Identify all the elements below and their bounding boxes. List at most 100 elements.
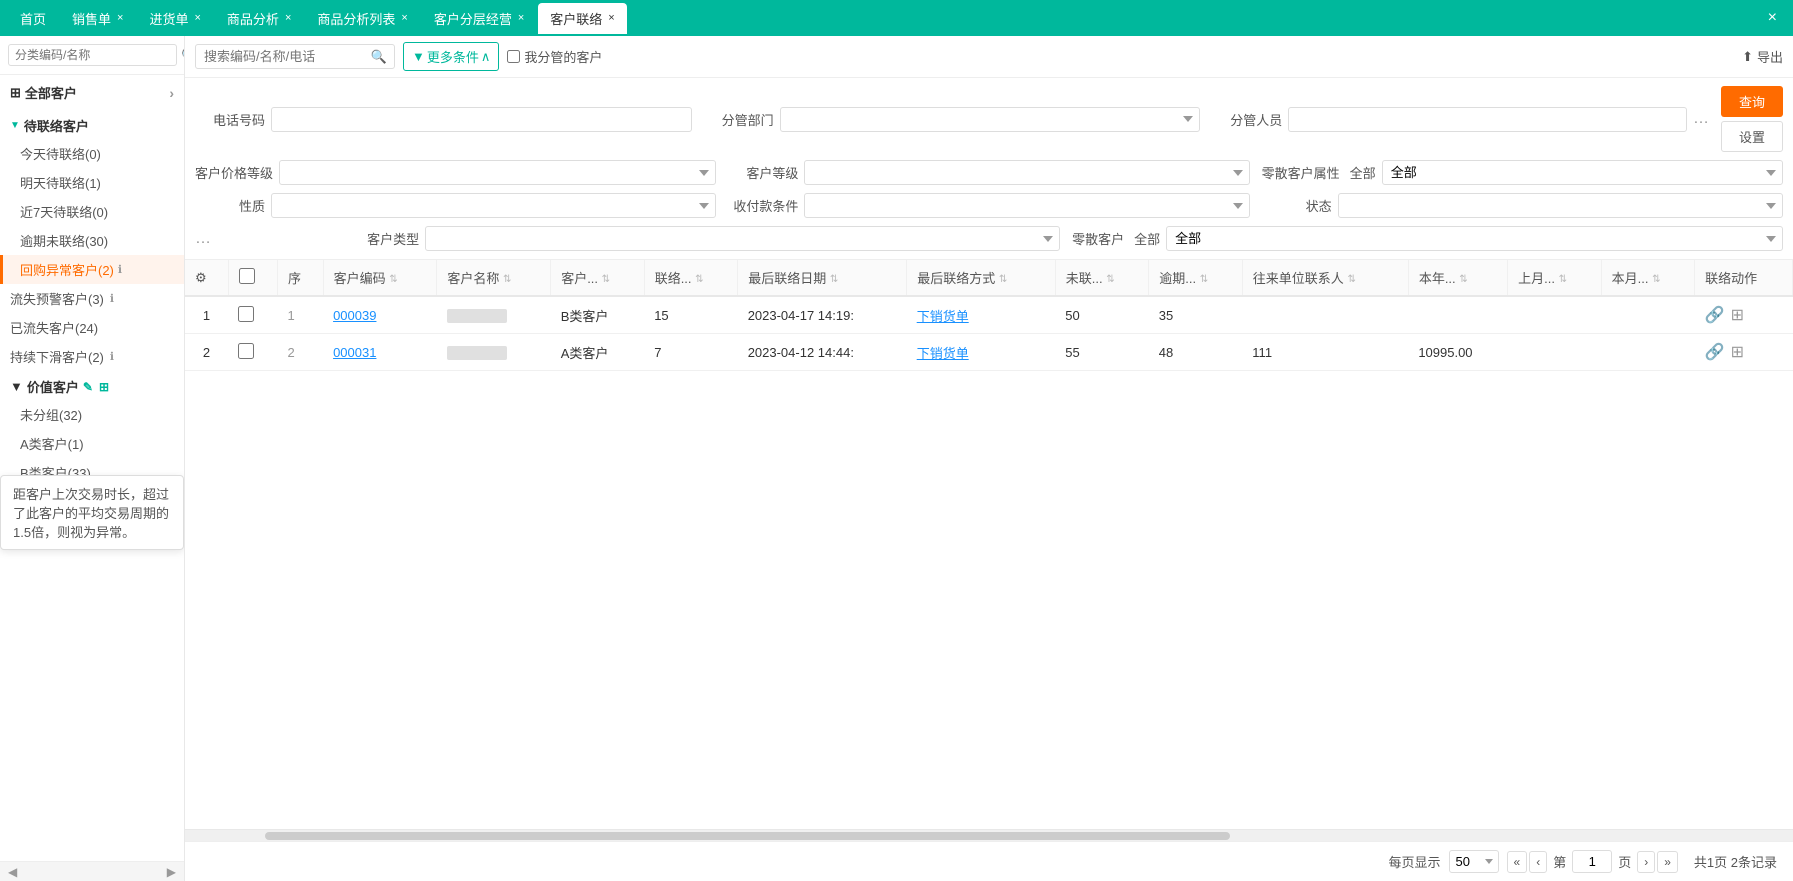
first-page-button[interactable]: « xyxy=(1507,851,1528,873)
filter-customer-grade-select[interactable] xyxy=(804,160,1249,185)
col-this-month[interactable]: 本月... ⇅ xyxy=(1601,260,1695,296)
col-overdue-sort-icon: ⇅ xyxy=(1200,274,1208,285)
horizontal-scrollbar[interactable] xyxy=(185,829,1793,841)
filter-bar-top: 🔍 ▼ 更多条件 ∧ 我分管的客户 ⬆ 导出 xyxy=(185,36,1793,78)
row1-checkbox-cell[interactable] xyxy=(228,296,278,334)
search-input[interactable] xyxy=(195,44,395,69)
sidebar-search-input[interactable] xyxy=(8,44,177,66)
nav-tab-purchase-close[interactable]: × xyxy=(194,12,200,24)
next-page-button[interactable]: › xyxy=(1637,851,1655,873)
repurchase-info-icon[interactable]: ℹ xyxy=(118,263,122,276)
settings-button[interactable]: 设置 xyxy=(1721,121,1783,152)
col-last-month[interactable]: 上月... ⇅ xyxy=(1508,260,1602,296)
col-uncontacted[interactable]: 未联... ⇅ xyxy=(1055,260,1149,296)
col-contact-person[interactable]: 往来单位联系人 ⇅ xyxy=(1242,260,1408,296)
sidebar-value-customer-section[interactable]: ▼ 价值客户 ✎ ⊞ xyxy=(0,371,184,400)
col-settings[interactable]: ⚙ xyxy=(185,260,228,296)
my-customers-checkbox-label[interactable]: 我分管的客户 xyxy=(507,47,602,66)
col-grade[interactable]: 客户... ⇅ xyxy=(551,260,645,296)
col-this-year[interactable]: 本年... ⇅ xyxy=(1408,260,1507,296)
filter-dept-select[interactable] xyxy=(780,107,1201,132)
person-ellipsis-icon[interactable]: … xyxy=(1693,110,1709,128)
col-settings-icon[interactable]: ⚙ xyxy=(195,270,207,285)
row2-checkbox[interactable] xyxy=(238,343,254,359)
export-button[interactable]: ⬆ 导出 xyxy=(1742,47,1783,66)
row1-code[interactable]: 000039 xyxy=(323,296,437,334)
nav-tab-customer-contact-close[interactable]: × xyxy=(608,12,614,24)
col-last-method[interactable]: 最后联络方式 ⇅ xyxy=(907,260,1056,296)
col-checkbox[interactable] xyxy=(228,260,278,296)
row1-uncontacted: 50 xyxy=(1055,296,1149,334)
col-name[interactable]: 客户名称 ⇅ xyxy=(437,260,551,296)
sidebar-item-class-a[interactable]: A类客户(1) xyxy=(0,429,184,458)
filter-retail-customer-select[interactable]: 全部 xyxy=(1166,226,1783,251)
filter-customer-type-select[interactable] xyxy=(425,226,1060,251)
sidebar-item-tomorrow[interactable]: 明天待联络(1) xyxy=(0,168,184,197)
row1-last-method[interactable]: 下销货单 xyxy=(907,296,1056,334)
page-number-input[interactable] xyxy=(1572,850,1612,873)
nav-tab-sales[interactable]: 销售单 × xyxy=(60,3,135,34)
nav-tab-product-analysis-close[interactable]: × xyxy=(285,12,291,24)
sidebar-all-customers[interactable]: ⊞ 全部客户 › xyxy=(0,75,184,110)
filter-status-select[interactable] xyxy=(1338,193,1783,218)
prev-page-button[interactable]: ‹ xyxy=(1529,851,1547,873)
declining-info-icon[interactable]: ℹ xyxy=(110,350,114,363)
filter-nature-select[interactable] xyxy=(271,193,716,218)
sidebar-item-today[interactable]: 今天待联络(0) xyxy=(0,139,184,168)
col-overdue[interactable]: 逾期... ⇅ xyxy=(1149,260,1243,296)
data-table-area: ⚙ 序 客户编码 ⇅ 客户名称 ⇅ xyxy=(185,260,1793,829)
nav-tab-customer-contact[interactable]: 客户联络 × xyxy=(538,3,626,34)
row2-last-method[interactable]: 下销货单 xyxy=(907,334,1056,371)
nav-tab-sales-close[interactable]: × xyxy=(117,12,123,24)
sidebar-collapse-icon[interactable]: › xyxy=(169,85,174,101)
sidebar-item-declining[interactable]: 持续下滑客户(2) ℹ xyxy=(0,342,184,371)
row2-checkbox-cell[interactable] xyxy=(228,334,278,371)
col-contact-count[interactable]: 联络... ⇅ xyxy=(644,260,738,296)
nav-tab-customer-mgmt[interactable]: 客户分层经营 × xyxy=(422,3,536,34)
row1-grid-icon[interactable]: ⊞ xyxy=(1731,305,1744,325)
horizontal-scroll-thumb[interactable] xyxy=(265,832,1230,840)
sidebar-item-7days[interactable]: 近7天待联络(0) xyxy=(0,197,184,226)
row2-index: 2 xyxy=(278,334,324,371)
select-all-checkbox[interactable] xyxy=(239,268,255,284)
nav-tab-customer-mgmt-close[interactable]: × xyxy=(518,12,524,24)
nav-tab-product-analysis[interactable]: 商品分析 × xyxy=(215,3,303,34)
sidebar-arrow-right[interactable]: ▶ xyxy=(167,865,176,879)
filter-price-grade-select[interactable] xyxy=(279,160,716,185)
filter-payment-select[interactable] xyxy=(804,193,1249,218)
more-conditions-button[interactable]: ▼ 更多条件 ∧ xyxy=(403,42,499,71)
filter-customer-type: 客户类型 xyxy=(349,226,1060,251)
sidebar-arrow-left[interactable]: ◀ xyxy=(8,865,17,879)
per-page-select[interactable]: 50 20 100 xyxy=(1449,850,1499,873)
filter-retail-attr-select[interactable]: 全部 xyxy=(1382,160,1783,185)
row1-checkbox[interactable] xyxy=(238,306,254,322)
query-button[interactable]: 查询 xyxy=(1721,86,1783,117)
sidebar-item-overdue[interactable]: 逾期未联络(30) xyxy=(0,226,184,255)
sidebar-pending-contact-section[interactable]: ▼ 待联络客户 xyxy=(0,110,184,139)
sidebar-item-lost-pre[interactable]: 流失预警客户(3) ℹ xyxy=(0,284,184,313)
value-customer-edit-icon[interactable]: ✎ xyxy=(83,380,93,394)
value-customer-edit2-icon[interactable]: ⊞ xyxy=(99,380,109,394)
sidebar-item-unclassified[interactable]: 未分组(32) xyxy=(0,400,184,429)
row2-link-icon[interactable]: 🔗 xyxy=(1705,342,1725,362)
sidebar-item-repurchase-abnormal[interactable]: 回购异常客户(2) ℹ xyxy=(0,255,184,284)
row2-code[interactable]: 000031 xyxy=(323,334,437,371)
my-customers-checkbox[interactable] xyxy=(507,50,520,63)
nav-tab-product-list-close[interactable]: × xyxy=(401,12,407,24)
nav-tab-home[interactable]: 首页 xyxy=(8,3,58,34)
col-last-date[interactable]: 最后联络日期 ⇅ xyxy=(738,260,907,296)
filter-person-input[interactable] xyxy=(1288,107,1687,132)
nav-tab-purchase[interactable]: 进货单 × xyxy=(137,3,212,34)
nav-close-all[interactable]: × xyxy=(1760,9,1785,27)
nav-tab-product-list[interactable]: 商品分析列表 × xyxy=(305,3,419,34)
last-page-button[interactable]: » xyxy=(1657,851,1678,873)
row1-last-date: 2023-04-17 14:19: xyxy=(738,296,907,334)
filter-phone-input[interactable] xyxy=(271,107,692,132)
lost-pre-info-icon[interactable]: ℹ xyxy=(110,292,114,305)
sidebar-item-lost[interactable]: 已流失客户(24) xyxy=(0,313,184,342)
col-code[interactable]: 客户编码 ⇅ xyxy=(323,260,437,296)
row4-ellipsis-icon[interactable]: … xyxy=(195,230,211,248)
search-icon[interactable]: 🔍 xyxy=(371,49,387,65)
row1-link-icon[interactable]: 🔗 xyxy=(1705,305,1725,325)
row2-grid-icon[interactable]: ⊞ xyxy=(1731,342,1744,362)
